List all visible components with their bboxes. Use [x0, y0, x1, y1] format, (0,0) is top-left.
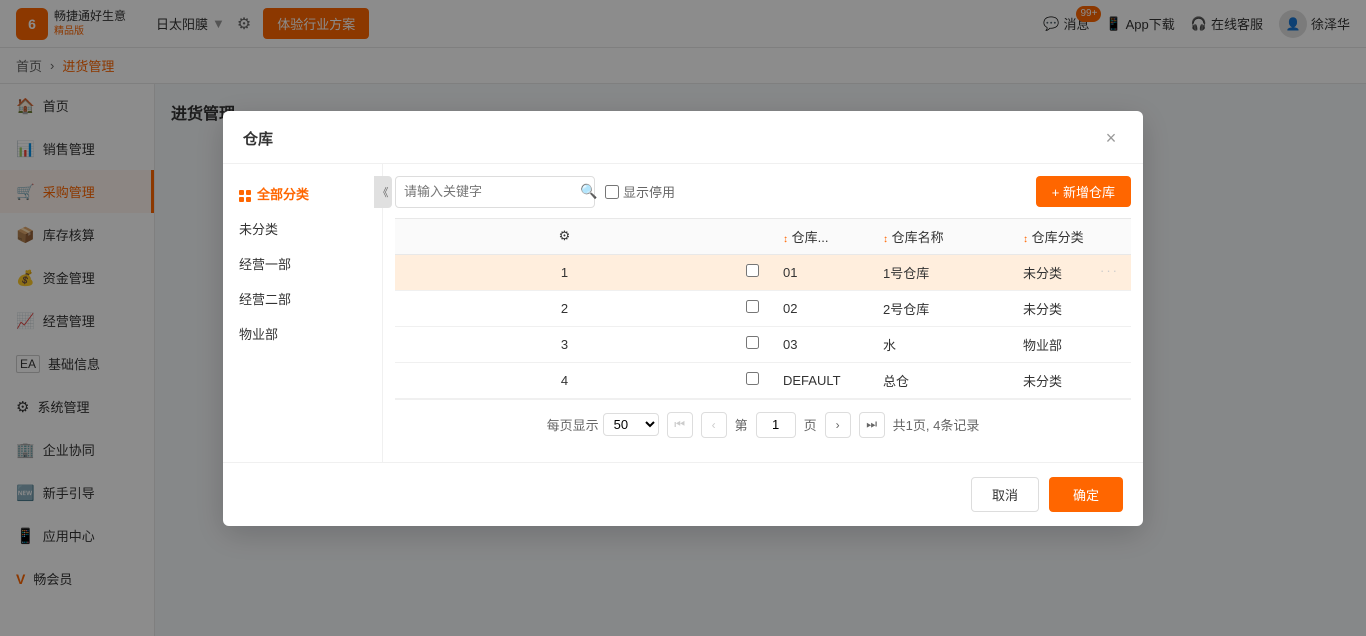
dialog-header: 仓库 × — [223, 111, 1143, 164]
page-next-btn[interactable]: › — [825, 412, 851, 438]
page-size-select[interactable]: 20 50 100 — [603, 413, 659, 436]
category-sidebar: 《 全部分类 未分类 经营一部 经营二部 物业部 — [223, 164, 383, 462]
page-first-btn[interactable]: ⏮ — [667, 412, 693, 438]
td-name: 2号仓库 — [871, 290, 1011, 326]
sort-icon-category: ↕ — [1023, 234, 1028, 245]
cat-item-all[interactable]: 全部分类 — [223, 176, 382, 211]
td-category: 未分类··· — [1011, 254, 1131, 290]
page-size-section: 每页显示 20 50 100 — [547, 413, 659, 436]
sort-icon-code: ↕ — [783, 234, 788, 245]
page-total-info: 共1页, 4条记录 — [893, 415, 980, 434]
cat-item-uncat[interactable]: 未分类 — [223, 211, 382, 246]
table-body: 1 01 1号仓库 未分类··· 2 02 2号仓库 未分类 3 03 水 物业… — [395, 254, 1131, 398]
dialog-title: 仓库 — [243, 128, 273, 149]
td-code: DEFAULT — [771, 362, 871, 398]
td-no: 4 — [395, 362, 734, 398]
page-number-input[interactable] — [756, 412, 796, 438]
td-category: 物业部 — [1011, 326, 1131, 362]
td-code: 01 — [771, 254, 871, 290]
search-wrap: 🔍 — [395, 176, 595, 208]
table-row[interactable]: 1 01 1号仓库 未分类··· — [395, 254, 1131, 290]
table-row[interactable]: 3 03 水 物业部 — [395, 326, 1131, 362]
td-checkbox[interactable] — [734, 362, 771, 398]
show-disabled-checkbox[interactable] — [605, 185, 619, 199]
th-code[interactable]: ↕ 仓库... — [771, 218, 871, 254]
th-settings[interactable]: ⚙ — [395, 218, 734, 254]
table-header-row: ⚙ ↕ 仓库... ↕ 仓库名称 — [395, 218, 1131, 254]
td-code: 02 — [771, 290, 871, 326]
dialog-footer: 取消 确定 — [223, 462, 1143, 526]
td-name: 总仓 — [871, 362, 1011, 398]
th-name[interactable]: ↕ 仓库名称 — [871, 218, 1011, 254]
table-toolbar: 🔍 显示停用 + 新增仓库 — [395, 176, 1131, 208]
td-no: 1 — [395, 254, 734, 290]
search-input[interactable] — [404, 184, 580, 199]
td-no: 3 — [395, 326, 734, 362]
dialog-close-btn[interactable]: × — [1099, 127, 1123, 151]
new-warehouse-btn[interactable]: + 新增仓库 — [1036, 176, 1131, 207]
table-row[interactable]: 4 DEFAULT 总仓 未分类 — [395, 362, 1131, 398]
cat-item-op2[interactable]: 经营二部 — [223, 281, 382, 316]
td-no: 2 — [395, 290, 734, 326]
cat-item-op1[interactable]: 经营一部 — [223, 246, 382, 281]
page-prev-btn[interactable]: ‹ — [701, 412, 727, 438]
table-row[interactable]: 2 02 2号仓库 未分类 — [395, 290, 1131, 326]
th-category[interactable]: ↕ 仓库分类 — [1011, 218, 1131, 254]
grid-icon — [239, 184, 251, 202]
td-code: 03 — [771, 326, 871, 362]
sort-icon-name: ↕ — [883, 234, 888, 245]
pagination: 每页显示 20 50 100 ⏮ ‹ 第 页 › ⏭ 共1页, 4条记录 — [395, 399, 1131, 450]
td-category: 未分类 — [1011, 362, 1131, 398]
th-checkbox — [734, 218, 771, 254]
td-checkbox[interactable] — [734, 254, 771, 290]
td-name: 水 — [871, 326, 1011, 362]
show-disabled-label[interactable]: 显示停用 — [605, 182, 675, 201]
warehouse-dialog: 仓库 × 《 全部分类 未分类 经营一部 — [223, 111, 1143, 526]
td-category: 未分类 — [1011, 290, 1131, 326]
dialog-overlay: 仓库 × 《 全部分类 未分类 经营一部 — [0, 0, 1366, 636]
row-action-btn[interactable]: ··· — [1100, 263, 1119, 278]
warehouse-table: ⚙ ↕ 仓库... ↕ 仓库名称 — [395, 218, 1131, 399]
td-checkbox[interactable] — [734, 290, 771, 326]
table-area: 🔍 显示停用 + 新增仓库 ⚙ — [383, 164, 1143, 462]
page-last-btn[interactable]: ⏭ — [859, 412, 885, 438]
cat-item-property[interactable]: 物业部 — [223, 316, 382, 351]
dialog-body: 《 全部分类 未分类 经营一部 经营二部 物业部 — [223, 164, 1143, 462]
cancel-btn[interactable]: 取消 — [971, 477, 1039, 512]
td-checkbox[interactable] — [734, 326, 771, 362]
confirm-btn[interactable]: 确定 — [1049, 477, 1123, 512]
search-icon: 🔍 — [580, 183, 597, 200]
sidebar-collapse-btn[interactable]: 《 — [374, 176, 392, 208]
table-scroll: ⚙ ↕ 仓库... ↕ 仓库名称 — [395, 218, 1131, 399]
td-name: 1号仓库 — [871, 254, 1011, 290]
